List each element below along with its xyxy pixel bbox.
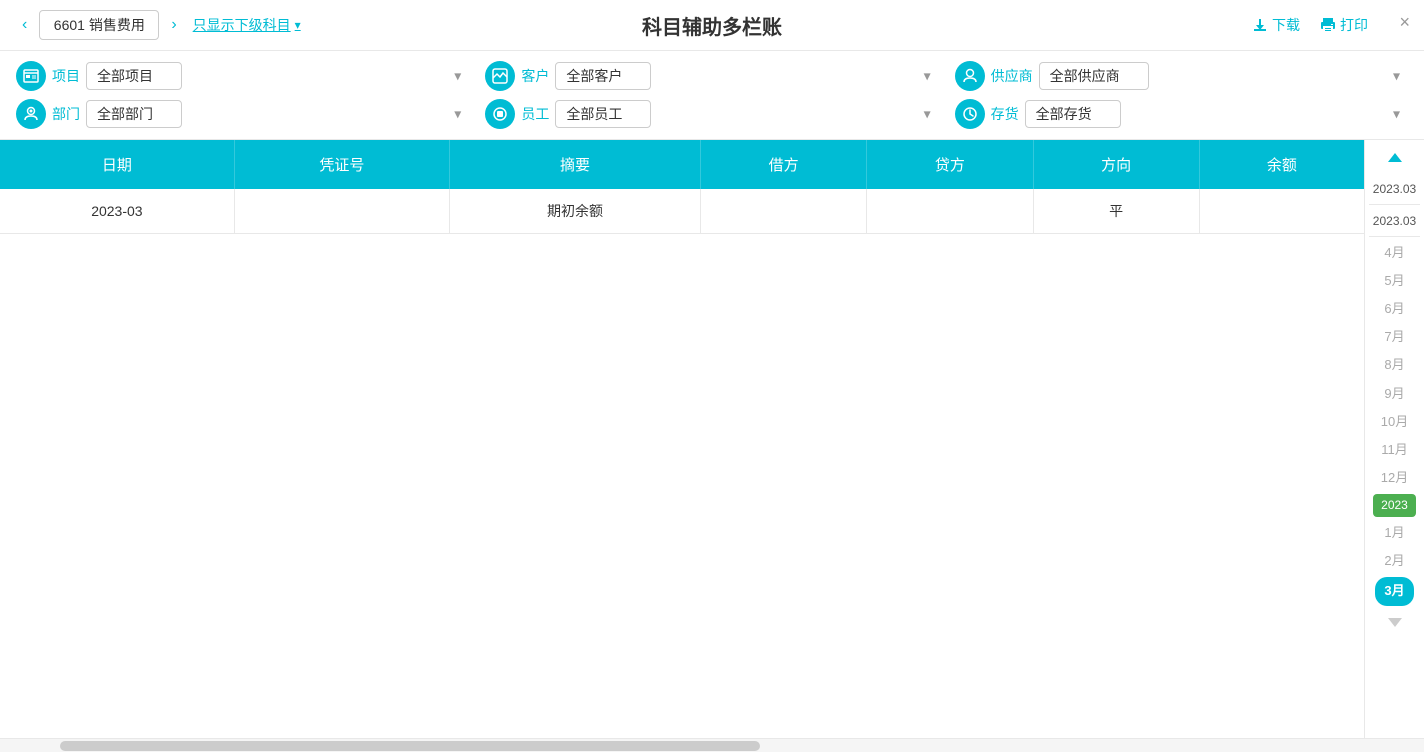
timeline-item-3[interactable]: 5月 [1369, 267, 1420, 295]
show-sub-label: 只显示下级科目 [193, 15, 291, 35]
timeline-item-7[interactable]: 9月 [1369, 380, 1420, 408]
timeline-item-2[interactable]: 4月 [1369, 239, 1420, 267]
filter-select-wrapper-gys: 全部供应商 [1039, 62, 1408, 90]
filter-select-xm[interactable]: 全部项目 [86, 62, 182, 90]
filter-item-bm: 部门 全部部门 [16, 99, 469, 129]
filters-section: 项目 全部项目 客户 全部客户 [0, 51, 1424, 140]
cell-balance [1199, 189, 1364, 234]
filter-select-wrapper-kh: 全部客户 [555, 62, 938, 90]
timeline-item-12[interactable]: 1月 [1369, 519, 1420, 547]
timeline-item-1[interactable]: 2023.03 [1369, 207, 1420, 237]
account-nav: ‹ 6601 销售费用 › [16, 10, 183, 40]
scrollbar-thumb[interactable] [60, 741, 760, 751]
timeline-item-6[interactable]: 8月 [1369, 351, 1420, 379]
filter-select-wrapper-bm: 全部部门 [86, 100, 469, 128]
download-button[interactable]: 下载 [1252, 15, 1300, 35]
filter-label-yg: 员工 [521, 104, 549, 124]
supplier-icon [955, 61, 985, 91]
timeline-item-13[interactable]: 2月 [1369, 547, 1420, 575]
filter-select-yg[interactable]: 全部员工 [555, 100, 651, 128]
filter-select-wrapper-yg: 全部员工 [555, 100, 938, 128]
show-sub-button[interactable]: 只显示下级科目 ▾ [193, 15, 301, 35]
col-voucher: 凭证号 [234, 140, 449, 189]
filter-row-2: 部门 全部部门 员工 全部员工 [16, 99, 1408, 129]
nav-next-button[interactable]: › [165, 14, 182, 36]
main-content: 日期 凭证号 摘要 借方 贷方 方向 余额 2023-03 期初余额 平 [0, 140, 1424, 738]
print-label: 打印 [1340, 15, 1368, 35]
filter-label-xm: 项目 [52, 66, 80, 86]
download-label: 下载 [1272, 15, 1300, 35]
filter-item-gys: 供应商 全部供应商 [955, 61, 1408, 91]
col-date: 日期 [0, 140, 234, 189]
cell-date: 2023-03 [0, 189, 234, 234]
timeline-item-8[interactable]: 10月 [1369, 408, 1420, 436]
filter-item-xm: 项目 全部项目 [16, 61, 469, 91]
col-credit: 贷方 [867, 140, 1033, 189]
cell-summary: 期初余额 [449, 189, 700, 234]
download-icon [1252, 17, 1268, 33]
col-direction: 方向 [1033, 140, 1199, 189]
timeline-item-4[interactable]: 6月 [1369, 295, 1420, 323]
filter-item-yg: 员工 全部员工 [485, 99, 938, 129]
col-debit: 借方 [700, 140, 866, 189]
filter-item-cg: 存货 全部存货 [955, 99, 1408, 129]
timeline-up-button[interactable] [1365, 144, 1424, 175]
page-title: 科目辅助多栏账 [642, 11, 782, 40]
show-sub-dropdown-arrow: ▾ [295, 18, 301, 32]
filter-row-1: 项目 全部项目 客户 全部客户 [16, 61, 1408, 91]
table-row: 2023-03 期初余额 平 [0, 189, 1364, 234]
customer-icon [485, 61, 515, 91]
table-body: 2023-03 期初余额 平 [0, 189, 1364, 234]
filter-select-wrapper-xm: 全部项目 [86, 62, 469, 90]
filter-label-kh: 客户 [521, 66, 549, 86]
print-button[interactable]: 打印 [1320, 15, 1368, 35]
timeline-item-11[interactable]: 2023 [1373, 494, 1416, 517]
filter-select-cg[interactable]: 全部存货 [1025, 100, 1121, 128]
timeline-item-14[interactable]: 3月 [1375, 577, 1414, 605]
col-balance: 余额 [1199, 140, 1364, 189]
timeline-sidebar: 2023.032023.034月5月6月7月8月9月10月11月12月20231… [1364, 140, 1424, 738]
project-icon [16, 61, 46, 91]
cell-direction: 平 [1033, 189, 1199, 234]
col-summary: 摘要 [449, 140, 700, 189]
main-window: × ‹ 6601 销售费用 › 只显示下级科目 ▾ 科目辅助多栏账 下载 [0, 0, 1424, 752]
filter-label-bm: 部门 [52, 104, 80, 124]
filter-select-wrapper-cg: 全部存货 [1025, 100, 1408, 128]
cell-debit [700, 189, 866, 234]
timeline-items-container: 2023.032023.034月5月6月7月8月9月10月11月12月20231… [1369, 175, 1420, 608]
timeline-item-0[interactable]: 2023.03 [1369, 175, 1420, 205]
timeline-item-5[interactable]: 7月 [1369, 323, 1420, 351]
filter-select-gys[interactable]: 全部供应商 [1039, 62, 1149, 90]
filter-select-kh[interactable]: 全部客户 [555, 62, 651, 90]
filter-label-gys: 供应商 [991, 66, 1033, 86]
close-button[interactable]: × [1399, 12, 1410, 33]
print-icon [1320, 17, 1336, 33]
cell-credit [867, 189, 1033, 234]
data-table: 日期 凭证号 摘要 借方 贷方 方向 余额 2023-03 期初余额 平 [0, 140, 1364, 234]
cell-voucher [234, 189, 449, 234]
account-code-display[interactable]: 6601 销售费用 [39, 10, 159, 40]
nav-prev-button[interactable]: ‹ [16, 14, 33, 36]
timeline-down-button[interactable] [1365, 608, 1424, 639]
dept-icon [16, 99, 46, 129]
top-bar: ‹ 6601 销售费用 › 只显示下级科目 ▾ 科目辅助多栏账 下载 [0, 0, 1424, 51]
timeline-item-10[interactable]: 12月 [1369, 464, 1420, 492]
employee-icon [485, 99, 515, 129]
horizontal-scrollbar[interactable] [0, 738, 1424, 752]
filter-select-bm[interactable]: 全部部门 [86, 100, 182, 128]
table-header-row: 日期 凭证号 摘要 借方 贷方 方向 余额 [0, 140, 1364, 189]
table-area: 日期 凭证号 摘要 借方 贷方 方向 余额 2023-03 期初余额 平 [0, 140, 1364, 738]
top-actions: 下载 打印 [1252, 15, 1368, 35]
inventory-icon [955, 99, 985, 129]
timeline-item-9[interactable]: 11月 [1369, 436, 1420, 464]
filter-label-cg: 存货 [991, 104, 1019, 124]
filter-item-kh: 客户 全部客户 [485, 61, 938, 91]
